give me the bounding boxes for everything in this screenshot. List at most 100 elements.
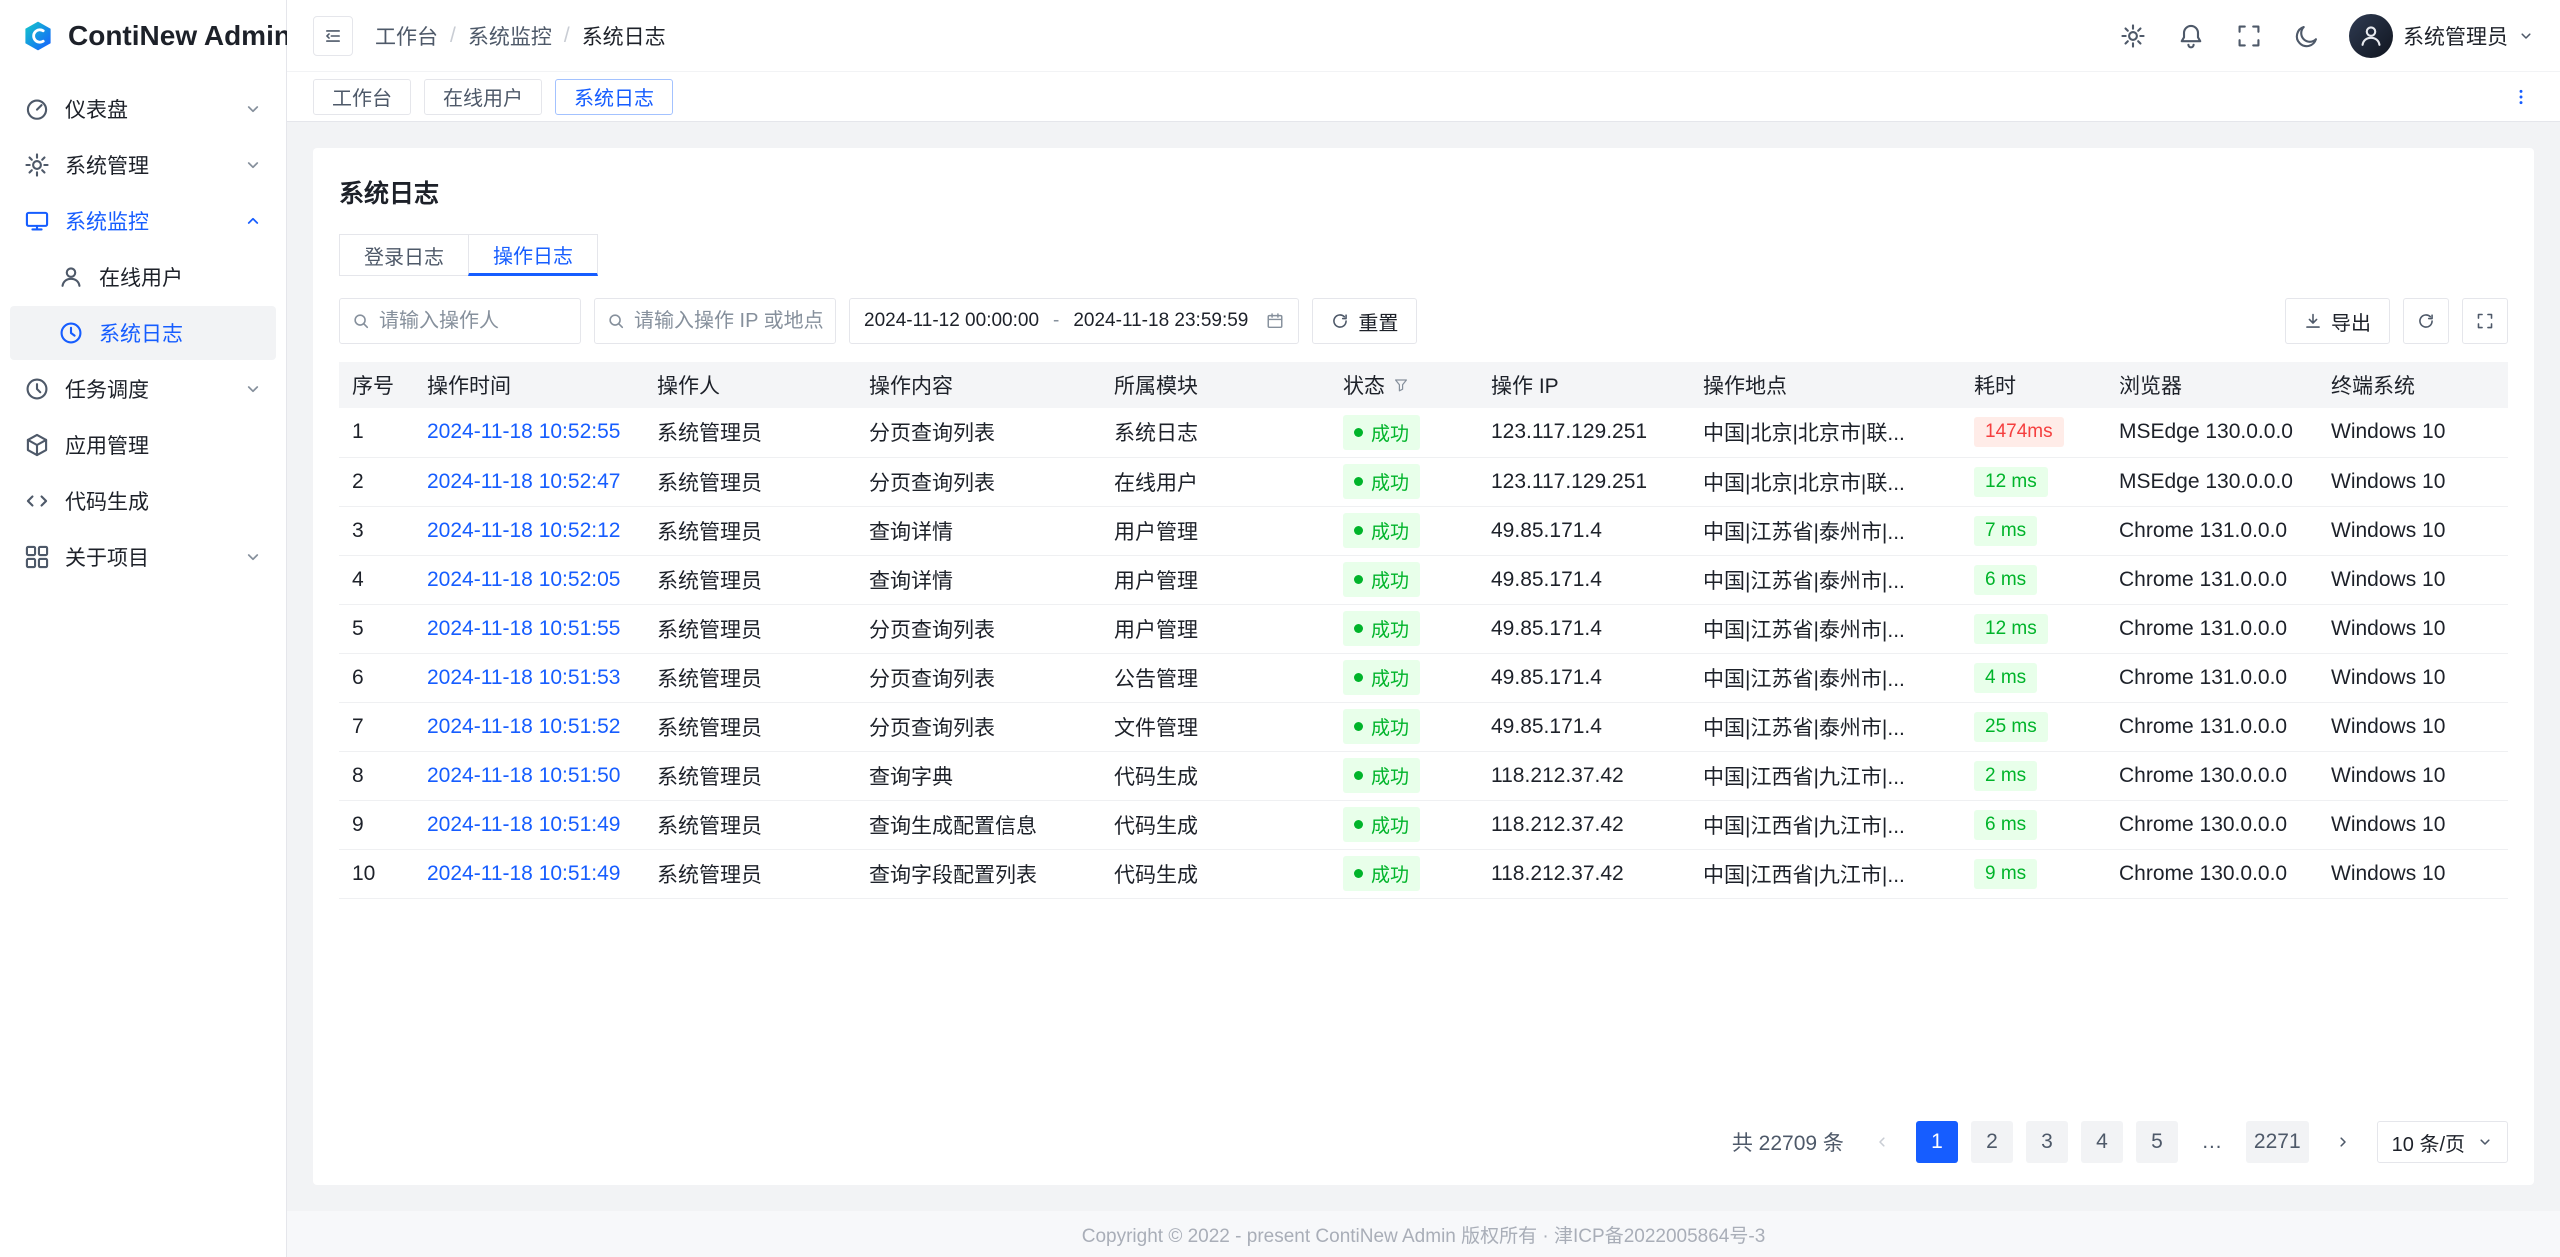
breadcrumb-item[interactable]: 系统监控	[468, 21, 552, 51]
cell-ip: 118.212.37.42	[1478, 849, 1690, 898]
duration-badge: 4 ms	[1974, 663, 2037, 693]
operator-search-input[interactable]	[379, 310, 568, 333]
page-number-button[interactable]: 3	[2026, 1121, 2068, 1163]
sidebar-item-dashboard[interactable]: 仪表盘	[10, 82, 276, 136]
settings-button[interactable]	[2117, 20, 2149, 52]
dashboard-icon	[24, 96, 50, 122]
operation-time-link[interactable]: 2024-11-18 10:51:49	[427, 862, 620, 885]
app-logo[interactable]: ContiNew Admin	[0, 0, 286, 72]
page-tab-workbench[interactable]: 工作台	[313, 79, 411, 115]
cell-location: 中国|江西省|九江市|...	[1690, 800, 1961, 849]
reset-button-label: 重置	[1358, 307, 1398, 336]
operation-time-link[interactable]: 2024-11-18 10:52:12	[427, 519, 620, 542]
page-number-button[interactable]: 4	[2081, 1121, 2123, 1163]
operation-time-link[interactable]: 2024-11-18 10:52:55	[427, 420, 620, 443]
col-header-index: 序号	[339, 362, 414, 408]
date-end-value: 2024-11-18 23:59:59	[1073, 310, 1248, 332]
page-number-button[interactable]: 5	[2136, 1121, 2178, 1163]
reset-button[interactable]: 重置	[1312, 298, 1417, 344]
sidebar-item-label: 系统监控	[65, 206, 149, 236]
operation-time-link[interactable]: 2024-11-18 10:51:49	[427, 813, 620, 836]
sidebar-item-system-management[interactable]: 系统管理	[10, 138, 276, 192]
cell-duration: 12 ms	[1961, 457, 2106, 506]
ip-search-field[interactable]	[594, 298, 836, 344]
status-label: 成功	[1371, 419, 1409, 446]
tab-actions-more-icon[interactable]	[2508, 84, 2534, 110]
theme-toggle-button[interactable]	[2291, 20, 2323, 52]
date-range-picker[interactable]: 2024-11-12 00:00:00 - 2024-11-18 23:59:5…	[849, 298, 1299, 344]
fullscreen-button[interactable]	[2233, 20, 2265, 52]
page-number-button[interactable]: 2	[1971, 1121, 2013, 1163]
status-dot-icon	[1354, 820, 1363, 829]
sidebar-item-task-schedule[interactable]: 任务调度	[10, 362, 276, 416]
table-refresh-button[interactable]	[2403, 298, 2449, 344]
sidebar-item-label: 系统日志	[99, 318, 183, 348]
duration-badge: 6 ms	[1974, 810, 2037, 840]
duration-badge: 12 ms	[1974, 467, 2048, 497]
page-tab-system-log[interactable]: 系统日志	[555, 79, 673, 115]
cell-duration: 2 ms	[1961, 751, 2106, 800]
status-filter-icon[interactable]	[1393, 377, 1409, 393]
cell-module: 系统日志	[1101, 408, 1330, 457]
page-number-button[interactable]: 2271	[2246, 1121, 2309, 1163]
cell-browser: Chrome 131.0.0.0	[2106, 555, 2318, 604]
pagination-pages: 12345 … 2271	[1916, 1121, 2309, 1163]
operation-time-link[interactable]: 2024-11-18 10:51:53	[427, 666, 620, 689]
cell-os: Windows 10	[2318, 800, 2508, 849]
chevron-down-icon	[2518, 28, 2534, 44]
expand-icon	[2476, 312, 2494, 330]
col-header-time: 操作时间	[414, 362, 644, 408]
table-fullscreen-button[interactable]	[2462, 298, 2508, 344]
copyright-text: Copyright © 2022 - present ContiNew Admi…	[1082, 1221, 1766, 1248]
operation-time-link[interactable]: 2024-11-18 10:51:50	[427, 764, 620, 787]
tab-login-log[interactable]: 登录日志	[339, 234, 469, 276]
cell-status: 成功	[1330, 408, 1478, 457]
breadcrumb-item[interactable]: 工作台	[375, 21, 438, 51]
prev-page-button[interactable]	[1861, 1121, 1903, 1163]
cell-browser: Chrome 131.0.0.0	[2106, 653, 2318, 702]
sidebar-item-system-monitor[interactable]: 系统监控	[10, 194, 276, 248]
cell-time: 2024-11-18 10:51:53	[414, 653, 644, 702]
avatar[interactable]	[2349, 14, 2393, 58]
page-number-button[interactable]: 1	[1916, 1121, 1958, 1163]
clock-icon	[24, 376, 50, 402]
table-row: 10 2024-11-18 10:51:49 系统管理员 查询字段配置列表 代码…	[339, 849, 2508, 898]
page-tab-label: 在线用户	[443, 82, 523, 111]
col-header-module: 所属模块	[1101, 362, 1330, 408]
notifications-button[interactable]	[2175, 20, 2207, 52]
search-icon	[607, 312, 625, 330]
grid-icon	[24, 544, 50, 570]
operation-time-link[interactable]: 2024-11-18 10:51:52	[427, 715, 620, 738]
cell-ip: 49.85.171.4	[1478, 555, 1690, 604]
cell-time: 2024-11-18 10:51:49	[414, 849, 644, 898]
status-dot-icon	[1354, 526, 1363, 535]
sidebar-collapse-button[interactable]	[313, 16, 353, 56]
sidebar-item-app-management[interactable]: 应用管理	[10, 418, 276, 472]
tab-operation-log[interactable]: 操作日志	[468, 234, 598, 276]
sidebar-item-code-generation[interactable]: 代码生成	[10, 474, 276, 528]
footer: Copyright © 2022 - present ContiNew Admi…	[287, 1211, 2560, 1257]
operator-search-field[interactable]	[339, 298, 581, 344]
page-number-button[interactable]: …	[2191, 1121, 2233, 1163]
page-tab-online-users[interactable]: 在线用户	[424, 79, 542, 115]
cell-index: 3	[339, 506, 414, 555]
cell-os: Windows 10	[2318, 751, 2508, 800]
cell-status: 成功	[1330, 457, 1478, 506]
cell-location: 中国|江苏省|泰州市|...	[1690, 702, 1961, 751]
export-button[interactable]: 导出	[2285, 298, 2390, 344]
sidebar-item-system-log[interactable]: 系统日志	[10, 306, 276, 360]
next-page-button[interactable]	[2322, 1121, 2364, 1163]
filter-toolbar: 2024-11-12 00:00:00 - 2024-11-18 23:59:5…	[339, 298, 2508, 344]
operation-time-link[interactable]: 2024-11-18 10:51:55	[427, 617, 620, 640]
col-header-operator: 操作人	[644, 362, 856, 408]
ip-search-input[interactable]	[634, 310, 823, 333]
page-size-select[interactable]: 10 条/页	[2377, 1121, 2508, 1163]
sidebar-item-online-users[interactable]: 在线用户	[10, 250, 276, 304]
operation-time-link[interactable]: 2024-11-18 10:52:47	[427, 470, 620, 493]
sidebar-item-about-project[interactable]: 关于项目	[10, 530, 276, 584]
cell-ip: 49.85.171.4	[1478, 653, 1690, 702]
user-menu[interactable]: 系统管理员	[2349, 14, 2534, 58]
cell-os: Windows 10	[2318, 506, 2508, 555]
operation-time-link[interactable]: 2024-11-18 10:52:05	[427, 568, 620, 591]
cell-duration: 1474ms	[1961, 408, 2106, 457]
